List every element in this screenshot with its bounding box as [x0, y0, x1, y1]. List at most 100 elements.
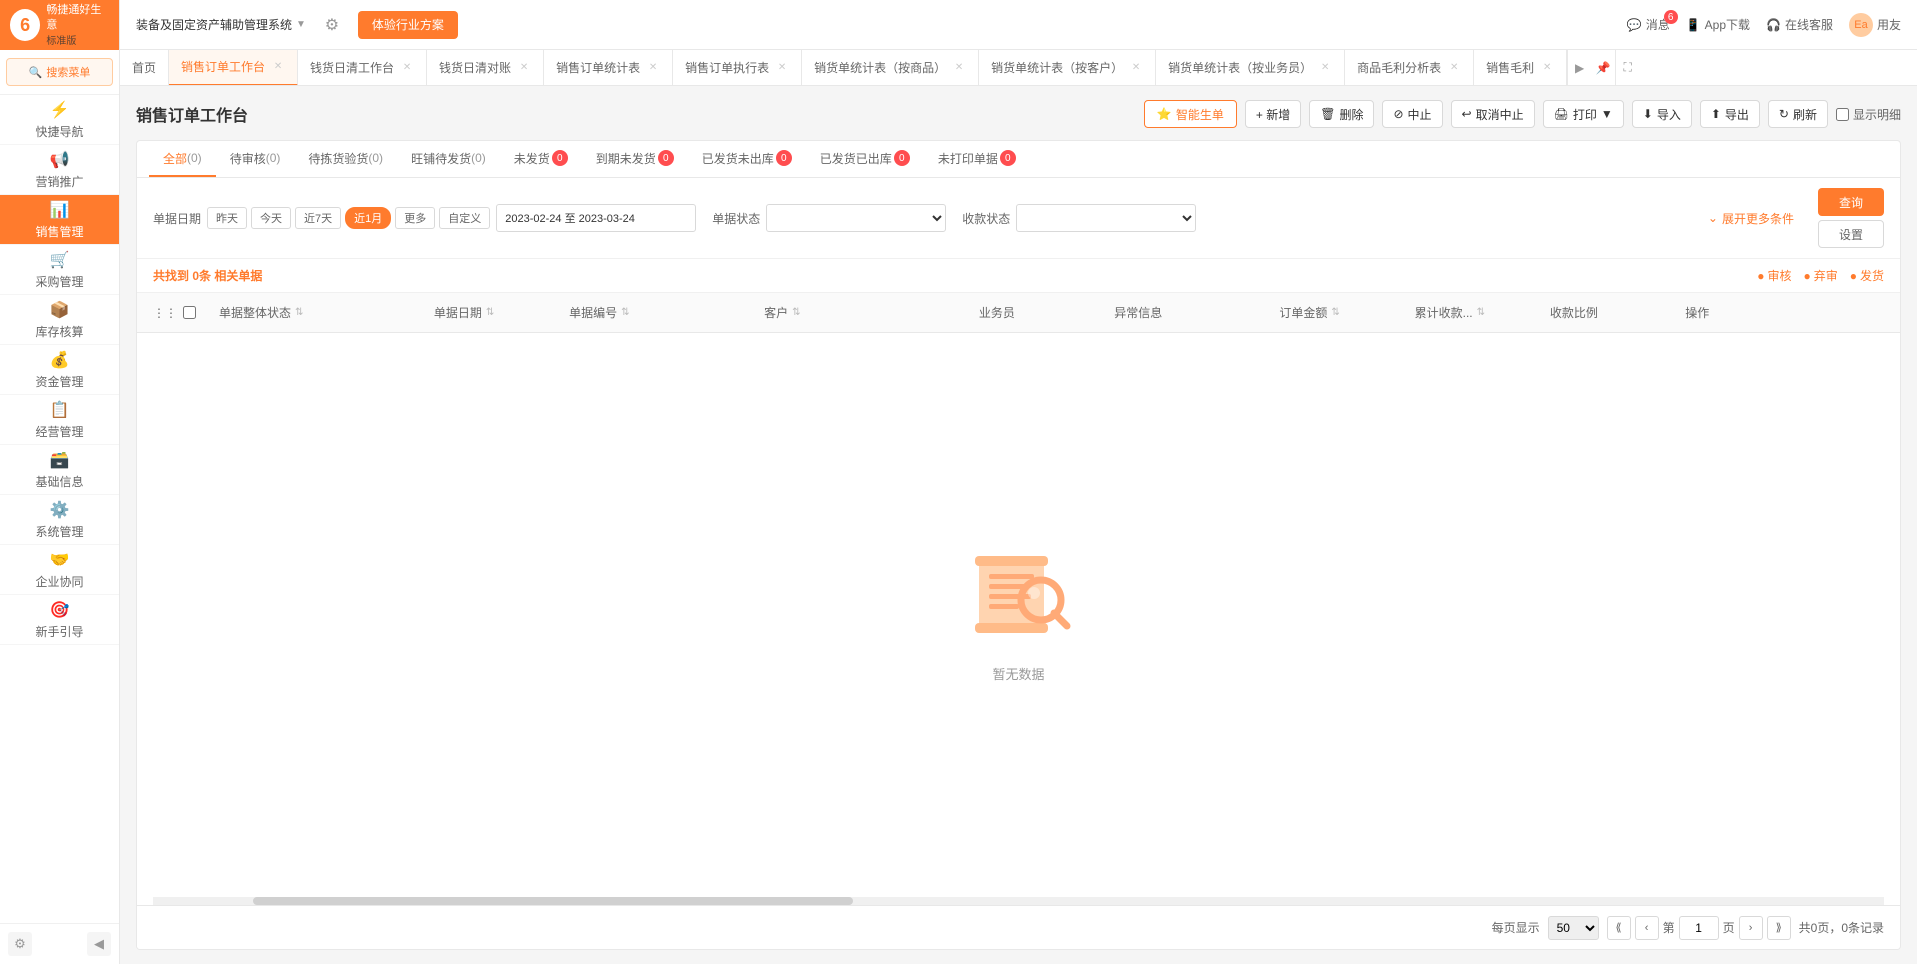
- print-button[interactable]: 🖨 打印 ▼: [1543, 100, 1624, 128]
- sub-tab-overdue[interactable]: 到期未发货 0: [582, 141, 688, 177]
- tab-close-icon[interactable]: ✕: [400, 61, 414, 75]
- payment-select[interactable]: [1016, 204, 1196, 232]
- th-amount[interactable]: 订单金额 ⇅: [1271, 304, 1406, 321]
- tab-cash-reconcile[interactable]: 钱货日清对账 ✕: [427, 50, 544, 86]
- quick-nav-icon: ⚡: [50, 100, 70, 120]
- stop-button[interactable]: ⊘ 中止: [1382, 100, 1442, 128]
- import-button[interactable]: ⬇ 导入: [1632, 100, 1692, 128]
- per-page-select[interactable]: 10 20 50 100: [1548, 916, 1599, 940]
- new-button[interactable]: + 新增: [1245, 100, 1301, 128]
- tab-close-icon[interactable]: ✕: [517, 61, 531, 75]
- tab-home[interactable]: 首页: [120, 50, 169, 86]
- sub-tab-shipped-not-out[interactable]: 已发货未出库 0: [688, 141, 806, 177]
- sidebar-item-purchase[interactable]: 🛒 采购管理: [0, 245, 119, 295]
- sidebar-item-sales[interactable]: 📊 销售管理: [0, 195, 119, 245]
- tab-gross-margin[interactable]: 商品毛利分析表 ✕: [1345, 50, 1474, 86]
- select-all-checkbox[interactable]: [183, 306, 196, 319]
- first-page-button[interactable]: ⟪: [1607, 916, 1631, 940]
- date-btn-more[interactable]: 更多: [395, 207, 435, 229]
- tab-close-icon[interactable]: ✕: [1129, 61, 1143, 75]
- set-button[interactable]: 设置: [1818, 220, 1884, 248]
- dropdown-arrow-icon: ▼: [296, 19, 306, 30]
- tab-close-icon[interactable]: ✕: [1318, 61, 1332, 75]
- tabs-more-button[interactable]: ▶: [1567, 50, 1591, 86]
- tab-sales-stats-staff[interactable]: 销货单统计表（按业务员） ✕: [1156, 50, 1345, 86]
- date-btn-today[interactable]: 今天: [251, 207, 291, 229]
- th-customer[interactable]: 客户 ⇅: [756, 304, 971, 321]
- query-button[interactable]: 查询: [1818, 188, 1884, 216]
- status-select[interactable]: [766, 204, 946, 232]
- tab-close-icon[interactable]: ✕: [952, 61, 966, 75]
- tabs-pin-button[interactable]: 📌: [1591, 50, 1615, 86]
- settings-bottom-button[interactable]: ⚙: [8, 932, 32, 956]
- tab-close-icon[interactable]: ✕: [271, 60, 285, 74]
- app-download-button[interactable]: 📱 App下载: [1686, 16, 1750, 33]
- sidebar-item-finance[interactable]: 💰 资金管理: [0, 345, 119, 395]
- industry-solution-button[interactable]: 体验行业方案: [358, 11, 458, 39]
- date-range-input[interactable]: [496, 204, 696, 232]
- tab-sales-profit[interactable]: 销售毛利 ✕: [1474, 50, 1567, 86]
- sub-tab-pending-check[interactable]: 待拣货验货 (0): [294, 141, 397, 177]
- sub-tab-shipped-out[interactable]: 已发货已出库 0: [806, 141, 924, 177]
- tab-sales-order-workbench[interactable]: 销售订单工作台 ✕: [169, 50, 298, 86]
- sidebar-item-enterprise[interactable]: 🤝 企业协同: [0, 545, 119, 595]
- tab-sales-order-exec[interactable]: 销售订单执行表 ✕: [673, 50, 802, 86]
- sidebar-item-basic-info[interactable]: 🗃️ 基础信息: [0, 445, 119, 495]
- batch-ship-button[interactable]: ● 发货: [1850, 267, 1884, 284]
- expand-filter-button[interactable]: ⌄ 展开更多条件: [1708, 210, 1794, 227]
- export-button[interactable]: ⬆ 导出: [1700, 100, 1760, 128]
- refresh-button[interactable]: ↻ 刷新: [1768, 100, 1828, 128]
- sub-tab-not-shipped[interactable]: 未发货 0: [500, 141, 582, 177]
- system-title-dropdown[interactable]: 装备及固定资产辅助管理系统 ▼: [136, 16, 306, 33]
- settings-gear-button[interactable]: ⚙: [318, 11, 346, 39]
- scrollbar-thumb[interactable]: [253, 897, 853, 905]
- date-btn-7days[interactable]: 近7天: [295, 207, 341, 229]
- prev-page-button[interactable]: ‹: [1635, 916, 1659, 940]
- collapse-sidebar-button[interactable]: ◀: [87, 932, 111, 956]
- sub-tab-not-printed[interactable]: 未打印单据 0: [924, 141, 1030, 177]
- sub-tab-all[interactable]: 全部 (0): [149, 141, 216, 177]
- delete-button[interactable]: 🗑 删除: [1309, 100, 1374, 128]
- sidebar-item-inventory[interactable]: 📦 库存核算: [0, 295, 119, 345]
- sidebar-item-quick-nav[interactable]: ⚡ 快捷导航: [0, 95, 119, 145]
- tab-close-icon[interactable]: ✕: [1447, 61, 1461, 75]
- th-collected[interactable]: 累计收款... ⇅: [1407, 304, 1542, 321]
- tab-sales-stats-customer[interactable]: 销货单统计表（按客户） ✕: [979, 50, 1156, 86]
- table-header: ⋮⋮ 单据整体状态 ⇅ 单据日期 ⇅ 单据编号 ⇅ 客户: [137, 293, 1900, 333]
- tabs-expand-button[interactable]: ⛶: [1615, 50, 1639, 86]
- sidebar-item-marketing[interactable]: 📢 营销推广: [0, 145, 119, 195]
- sub-tab-pending-review[interactable]: 待审核 (0): [216, 141, 295, 177]
- sub-tab-wangpu[interactable]: 旺铺待发货 (0): [397, 141, 500, 177]
- sidebar-logo: 6 畅捷通好生意 标准版: [0, 0, 119, 50]
- next-page-button[interactable]: ›: [1739, 916, 1763, 940]
- th-code[interactable]: 单据编号 ⇅: [561, 304, 756, 321]
- smart-create-button[interactable]: ⭐ 智能生单: [1144, 100, 1237, 128]
- last-page-button[interactable]: ⟫: [1767, 916, 1791, 940]
- messages-button[interactable]: 💬 消息 6: [1627, 16, 1670, 33]
- date-btn-1month[interactable]: 近1月: [345, 207, 391, 229]
- page-input[interactable]: [1679, 916, 1719, 940]
- date-btn-custom[interactable]: 自定义: [439, 207, 490, 229]
- th-date[interactable]: 单据日期 ⇅: [426, 304, 561, 321]
- date-btn-yesterday[interactable]: 昨天: [207, 207, 247, 229]
- horizontal-scrollbar[interactable]: [153, 897, 1884, 905]
- tab-cash-daily[interactable]: 钱货日清工作台 ✕: [298, 50, 427, 86]
- th-status[interactable]: 单据整体状态 ⇅: [211, 304, 426, 321]
- tabs-bar: 首页 销售订单工作台 ✕ 钱货日清工作台 ✕ 钱货日清对账 ✕ 销售订单统计表 …: [120, 50, 1917, 86]
- sidebar-item-system[interactable]: ⚙️ 系统管理: [0, 495, 119, 545]
- tab-close-icon[interactable]: ✕: [775, 61, 789, 75]
- tab-sales-stats-product[interactable]: 销货单统计表（按商品） ✕: [802, 50, 979, 86]
- show-detail-checkbox[interactable]: [1836, 108, 1849, 121]
- tab-close-icon[interactable]: ✕: [646, 61, 660, 75]
- batch-review-button[interactable]: ● 审核: [1757, 267, 1791, 284]
- batch-unreview-button[interactable]: ● 弃审: [1803, 267, 1837, 284]
- tab-sales-order-stats[interactable]: 销售订单统计表 ✕: [544, 50, 673, 86]
- user-profile-button[interactable]: Ea 用友: [1849, 13, 1901, 37]
- sidebar-item-operations[interactable]: 📋 经营管理: [0, 395, 119, 445]
- sidebar-item-guide[interactable]: 🎯 新手引导: [0, 595, 119, 645]
- tab-close-icon[interactable]: ✕: [1540, 61, 1554, 75]
- cancel-stop-button[interactable]: ↩ 取消中止: [1451, 100, 1535, 128]
- search-menu-button[interactable]: 🔍 搜索菜单: [6, 58, 113, 86]
- th-checkbox[interactable]: [175, 306, 211, 319]
- online-service-button[interactable]: 🎧 在线客服: [1766, 16, 1833, 33]
